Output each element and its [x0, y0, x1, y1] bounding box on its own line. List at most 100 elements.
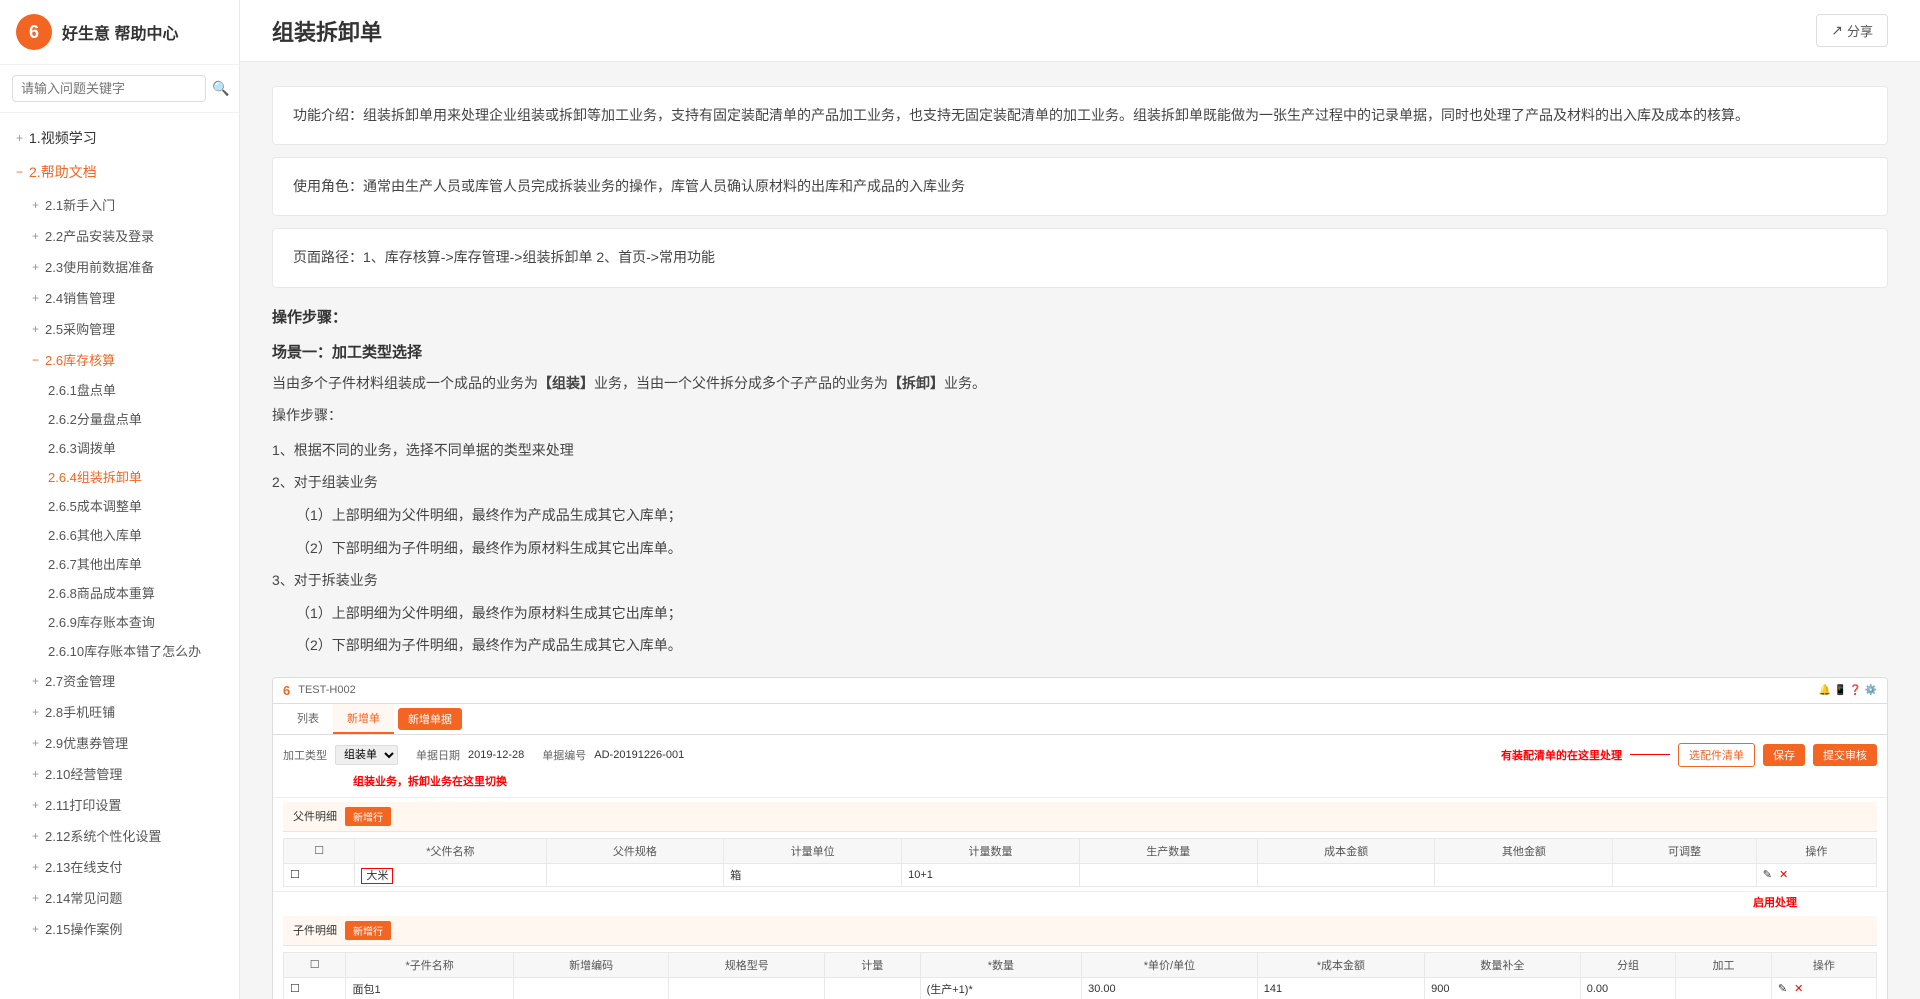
- expand-icon: +: [32, 767, 39, 781]
- sim-tab-new[interactable]: 新增单: [333, 704, 394, 734]
- sim-bth-name: *子件名称: [346, 952, 513, 977]
- sim-td-check: ☐: [284, 863, 355, 886]
- sim-th-checkbox: ☐: [284, 838, 355, 863]
- sim-screenshot: 6 TEST-H002 🔔 📱 ❓ ⚙️ 列表 新增单 新增单据 加工类型: [273, 678, 1887, 999]
- sim-top-table: ☐ *父件名称 父件规格 计量单位 计量数量 生产数量 成本金额 其他金额 可调…: [283, 838, 1877, 887]
- sim-submit-btn[interactable]: 提交审核: [1813, 744, 1877, 766]
- sidebar-item-faq[interactable]: + 2.14常见问题: [16, 882, 239, 913]
- step-2-text: 2: [272, 474, 280, 490]
- nav-child-label: 2.14常见问题: [45, 888, 122, 907]
- sim-th-name: *父件名称: [355, 838, 546, 863]
- sidebar-item-label: 2.帮助文档: [29, 162, 97, 182]
- sim-status: 🔔 📱 ❓ ⚙️: [1819, 685, 1877, 696]
- nav-child-label: 2.11打印设置: [45, 795, 121, 814]
- sim-btd-proc1: [1676, 977, 1772, 999]
- topbar: 组装拆卸单 ↗ 分享: [240, 0, 1920, 62]
- sidebar-item-cost-recalc[interactable]: 2.6.8商品成本重算: [16, 578, 239, 607]
- collapse-icon: −: [16, 165, 23, 179]
- sim-edit-icon[interactable]: ✎: [1778, 983, 1787, 995]
- intro-text-3: 页面路径：1、库存核算->库存管理->组装拆卸单 2、首页->常用功能: [293, 249, 715, 265]
- expand-icon: +: [32, 829, 39, 843]
- sidebar-item-purchase[interactable]: + 2.5采购管理: [16, 313, 239, 344]
- content-area: 功能介绍：组装拆卸单用来处理企业组装或拆卸等加工业务，支持有固定装配清单的产品加…: [240, 62, 1920, 999]
- search-bar: 🔍: [0, 65, 239, 113]
- sim-td-cost: [1257, 863, 1435, 886]
- sidebar-item-management[interactable]: + 2.10经营管理: [16, 758, 239, 789]
- sidebar-item-video[interactable]: + 1.视频学习: [0, 121, 239, 155]
- sidebar-item-print[interactable]: + 2.11打印设置: [16, 789, 239, 820]
- sim-top-table-label: 父件明细: [293, 808, 337, 824]
- nav-section-2: − 2.帮助文档 + 2.1新手入门 + 2.2产品安装及登录 + 2.3使用前…: [0, 155, 239, 944]
- sim-td-prodqty: [1079, 863, 1257, 886]
- share-button[interactable]: ↗ 分享: [1816, 14, 1888, 47]
- sim-type-select[interactable]: 组装单 拆卸单: [335, 745, 398, 765]
- sidebar-item-sales[interactable]: + 2.4销售管理: [16, 282, 239, 313]
- sim-top-table-container: 父件明细 新增行 ☐ *父件名称 父件规格 计量单位 计量数量 生产数量: [273, 798, 1887, 891]
- sim-type-annotation-row: 组装业务，拆卸业务在这里切换: [283, 773, 1877, 789]
- sim-delete-icon[interactable]: ✕: [1794, 983, 1803, 995]
- sidebar-item-coupon[interactable]: + 2.9优惠券管理: [16, 727, 239, 758]
- sidebar-item-finance[interactable]: + 2.7资金管理: [16, 665, 239, 696]
- sim-edit-icon[interactable]: ✎: [1763, 869, 1772, 881]
- search-input[interactable]: [12, 75, 206, 102]
- sim-bth-qtycomp: 数量补全: [1425, 952, 1581, 977]
- steps-title: 操作步骤：: [272, 306, 1888, 327]
- sim-type-label: 加工类型: [283, 747, 327, 763]
- intro-block-3: 页面路径：1、库存核算->库存管理->组装拆卸单 2、首页->常用功能: [272, 228, 1888, 287]
- sim-add-bottom-row[interactable]: 新增行: [345, 921, 391, 940]
- sidebar-item-mobile[interactable]: + 2.8手机旺铺: [16, 696, 239, 727]
- nav-child-label: 2.5采购管理: [45, 319, 115, 338]
- expand-icon: +: [32, 322, 39, 336]
- collapse-icon: −: [32, 353, 39, 367]
- sim-bth-qty: *数量: [920, 952, 1082, 977]
- sidebar-item-personalize[interactable]: + 2.12系统个性化设置: [16, 820, 239, 851]
- sidebar-item-cost-adjust[interactable]: 2.6.5成本调整单: [16, 491, 239, 520]
- sim-bth-price: *单价/单位: [1082, 952, 1258, 977]
- intro-text-2: 使用角色：通常由生产人员或库管人员完成拆装业务的操作，库管人员确认原材料的出库和…: [293, 178, 965, 194]
- share-label: 分享: [1847, 21, 1873, 40]
- search-icon[interactable]: 🔍: [212, 80, 229, 97]
- sidebar-item-online-pay[interactable]: + 2.13在线支付: [16, 851, 239, 882]
- sim-td-name: 大米: [355, 863, 546, 886]
- expand-icon: +: [32, 198, 39, 212]
- sidebar: 6 好生意 帮助中心 🔍 + 1.视频学习 − 2.帮助文档 + 2.1新手入门: [0, 0, 240, 999]
- expand-icon: +: [32, 705, 39, 719]
- step-3: 3、对于拆装业务: [272, 567, 1888, 594]
- sim-newadd-btn[interactable]: 新增单据: [398, 708, 462, 730]
- sidebar-item-stock-ledger[interactable]: 2.6.9库存账本查询: [16, 607, 239, 636]
- nav-child-label: 2.10经营管理: [45, 764, 122, 783]
- step-2-2: （2）下部明细为子件明细，最终作为原材料生成其它出库单。: [272, 535, 1888, 562]
- scene1-title: 场景一：加工类型选择: [272, 341, 1888, 362]
- sidebar-item-stock-error[interactable]: 2.6.10库存账本错了怎么办: [16, 636, 239, 665]
- step-2-desc: 对于组装业务: [294, 474, 378, 490]
- step-1-text: 1: [272, 442, 280, 458]
- sidebar-item-newbie[interactable]: + 2.1新手入门: [16, 189, 239, 220]
- sim-save-btn[interactable]: 保存: [1763, 744, 1805, 766]
- sidebar-item-install[interactable]: + 2.2产品安装及登录: [16, 220, 239, 251]
- sidebar-item-label: 1.视频学习: [29, 128, 97, 148]
- sim-bom-btn[interactable]: 选配件清单: [1678, 743, 1755, 767]
- nav-child-label: 2.15操作案例: [45, 919, 122, 938]
- nav-child-label: 2.9优惠券管理: [45, 733, 128, 752]
- expand-icon: +: [32, 674, 39, 688]
- sim-delete-icon[interactable]: ✕: [1779, 869, 1788, 881]
- sim-bth-spec: 规格型号: [669, 952, 825, 977]
- sim-add-top-row[interactable]: 新增行: [345, 807, 391, 826]
- sim-bth-checkbox: ☐: [284, 952, 346, 977]
- sidebar-item-assembly[interactable]: 2.6.4组装拆卸单: [16, 462, 239, 491]
- sidebar-item-inventory[interactable]: − 2.6库存核算: [16, 344, 239, 375]
- sim-btd-spec1: [669, 977, 825, 999]
- sim-btd-cost1: 141: [1257, 977, 1424, 999]
- sidebar-item-stocktake[interactable]: 2.6.1盘点单: [16, 375, 239, 404]
- sim-tab-list[interactable]: 列表: [283, 704, 333, 734]
- sidebar-item-partial-stocktake[interactable]: 2.6.2分量盘点单: [16, 404, 239, 433]
- sidebar-item-cases[interactable]: + 2.15操作案例: [16, 913, 239, 944]
- sidebar-item-transfer[interactable]: 2.6.3调拨单: [16, 433, 239, 462]
- sidebar-item-other-outbound[interactable]: 2.6.7其他出库单: [16, 549, 239, 578]
- sidebar-item-dataprep[interactable]: + 2.3使用前数据准备: [16, 251, 239, 282]
- step-3-desc: 对于拆装业务: [294, 572, 378, 588]
- nav-child-label: 2.12系统个性化设置: [45, 826, 161, 845]
- sidebar-item-other-inbound[interactable]: 2.6.6其他入库单: [16, 520, 239, 549]
- sim-th-ops: 操作: [1756, 838, 1876, 863]
- sidebar-item-helpdoc[interactable]: − 2.帮助文档: [0, 155, 239, 189]
